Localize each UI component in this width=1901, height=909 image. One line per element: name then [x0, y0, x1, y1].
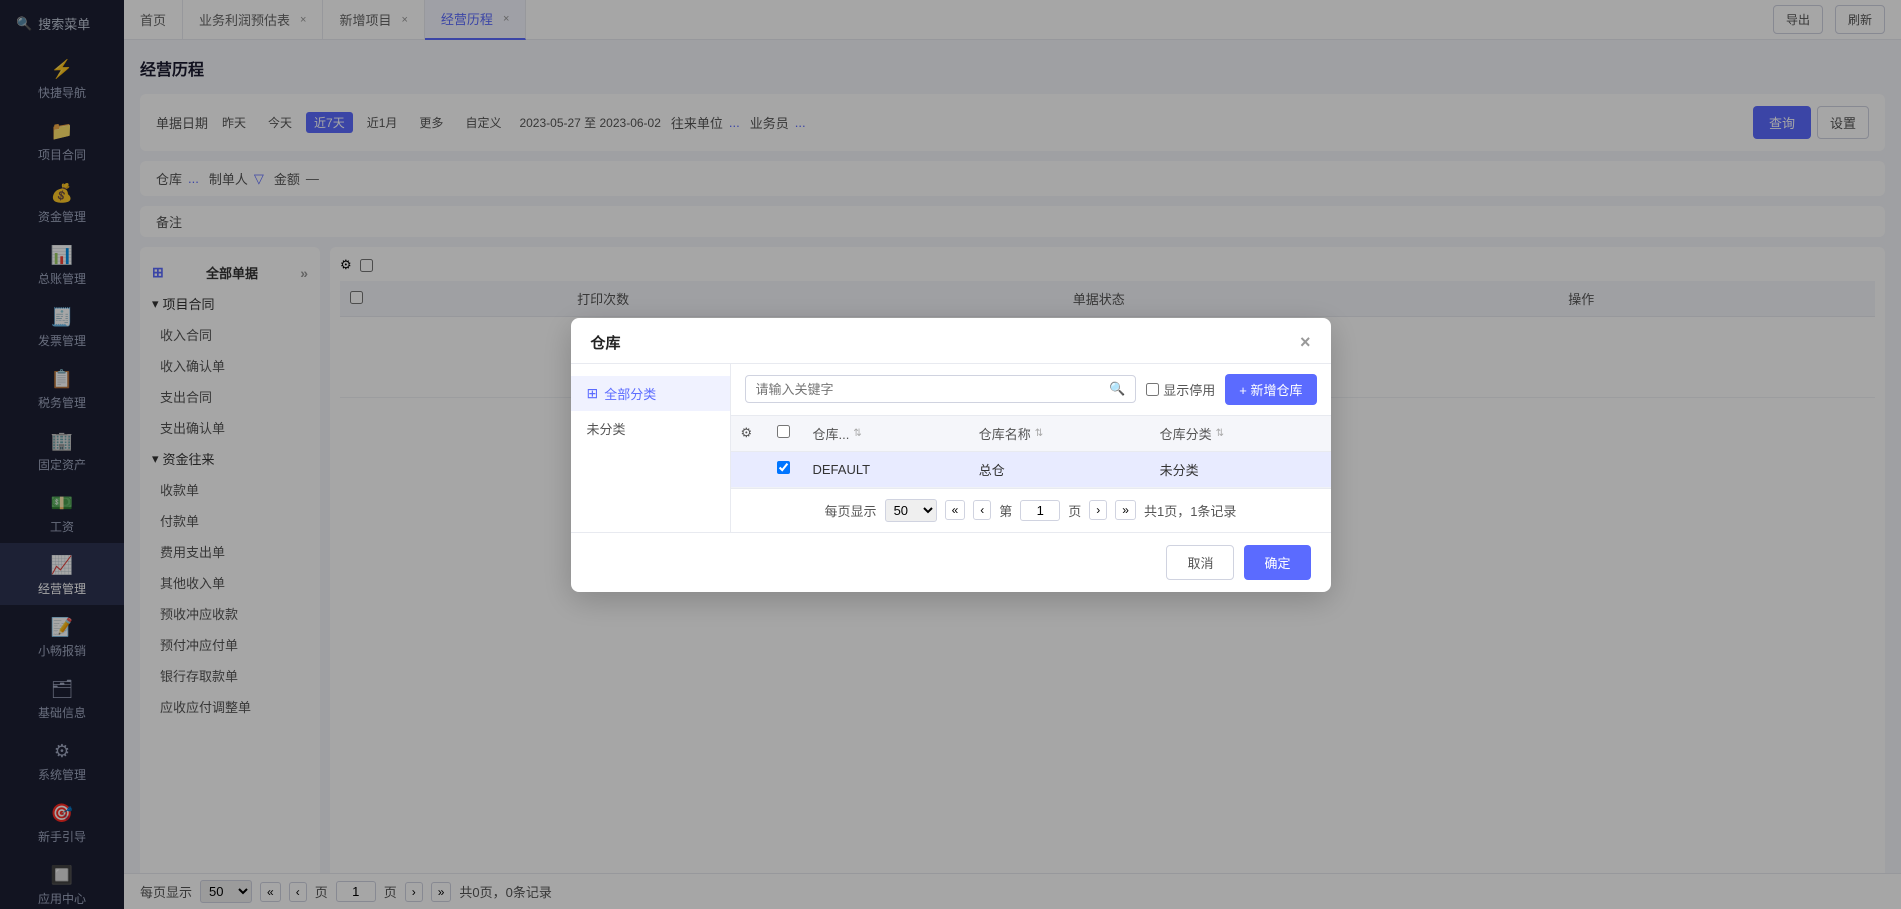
dialog-footer: 取消 确定 — [571, 532, 1331, 592]
dialog-page-suffix: 页 — [1068, 501, 1081, 520]
dialog-search-box[interactable]: 🔍 — [745, 375, 1137, 403]
dialog-next-btn[interactable]: › — [1089, 500, 1107, 520]
dialog-tree-unclassified[interactable]: 未分类 — [571, 411, 730, 446]
dialog-prev-btn[interactable]: ‹ — [973, 500, 991, 520]
show-disabled-label[interactable]: 显示停用 — [1146, 380, 1215, 399]
row-category-cell: 未分类 — [1150, 451, 1331, 487]
row-code-cell: DEFAULT — [803, 451, 969, 487]
th-settings: ⚙ — [731, 416, 767, 452]
dialog-page-label: 第 — [999, 501, 1012, 520]
warehouse-table-row[interactable]: DEFAULT 总仓 未分类 — [731, 451, 1331, 487]
dialog-per-page-label: 每页显示 — [825, 501, 877, 520]
dialog-close-button[interactable]: × — [1300, 332, 1311, 353]
code-sort-icon: ⇅ — [853, 428, 861, 439]
dialog-search-input[interactable] — [756, 382, 1104, 397]
category-sort-icon: ⇅ — [1216, 428, 1224, 439]
row-settings-cell — [731, 451, 767, 487]
show-disabled-checkbox[interactable] — [1146, 383, 1159, 396]
dialog-total-info: 共1页，1条记录 — [1144, 501, 1236, 520]
dialog-header: 仓库 × — [571, 318, 1331, 364]
dialog-body: ⊞ 全部分类 未分类 🔍 显示停用 — [571, 364, 1331, 532]
add-warehouse-button[interactable]: + 新增仓库 — [1225, 374, 1316, 405]
dialog-pagination: 每页显示 50 100 « ‹ 第 页 › » 共1页，1条记录 — [731, 488, 1331, 532]
warehouse-select-all[interactable] — [777, 425, 790, 438]
th-select — [767, 416, 803, 452]
dialog-search-icon: 🔍 — [1109, 381, 1125, 397]
warehouse-dialog: 仓库 × ⊞ 全部分类 未分类 🔍 — [571, 318, 1331, 592]
warehouse-table-header: ⚙ 仓库... ⇅ 仓库名称 — [731, 416, 1331, 452]
row-checkbox[interactable] — [777, 461, 790, 474]
dialog-tree-all[interactable]: ⊞ 全部分类 — [571, 376, 730, 411]
th-code: 仓库... ⇅ — [803, 416, 969, 452]
th-category: 仓库分类 ⇅ — [1150, 416, 1331, 452]
dialog-toolbar: 🔍 显示停用 + 新增仓库 — [731, 364, 1331, 416]
all-categories-icon: ⊞ — [587, 385, 599, 402]
row-name-cell: 总仓 — [969, 451, 1150, 487]
row-check-cell[interactable] — [767, 451, 803, 487]
dialog-tree: ⊞ 全部分类 未分类 — [571, 364, 731, 532]
dialog-last-btn[interactable]: » — [1115, 500, 1136, 520]
dialog-table: ⚙ 仓库... ⇅ 仓库名称 — [731, 416, 1331, 488]
name-sort-icon: ⇅ — [1035, 428, 1043, 439]
th-name: 仓库名称 ⇅ — [969, 416, 1150, 452]
cancel-button[interactable]: 取消 — [1166, 545, 1234, 580]
dialog-title: 仓库 — [591, 332, 621, 353]
dialog-per-page-select[interactable]: 50 100 — [885, 499, 937, 522]
confirm-button[interactable]: 确定 — [1244, 545, 1310, 580]
dialog-first-btn[interactable]: « — [945, 500, 966, 520]
warehouse-table: ⚙ 仓库... ⇅ 仓库名称 — [731, 416, 1331, 488]
dialog-page-input[interactable] — [1020, 500, 1060, 521]
warehouse-table-body: DEFAULT 总仓 未分类 — [731, 451, 1331, 487]
dialog-overlay: 仓库 × ⊞ 全部分类 未分类 🔍 — [0, 0, 1901, 909]
dialog-right: 🔍 显示停用 + 新增仓库 ⚙ — [731, 364, 1331, 532]
